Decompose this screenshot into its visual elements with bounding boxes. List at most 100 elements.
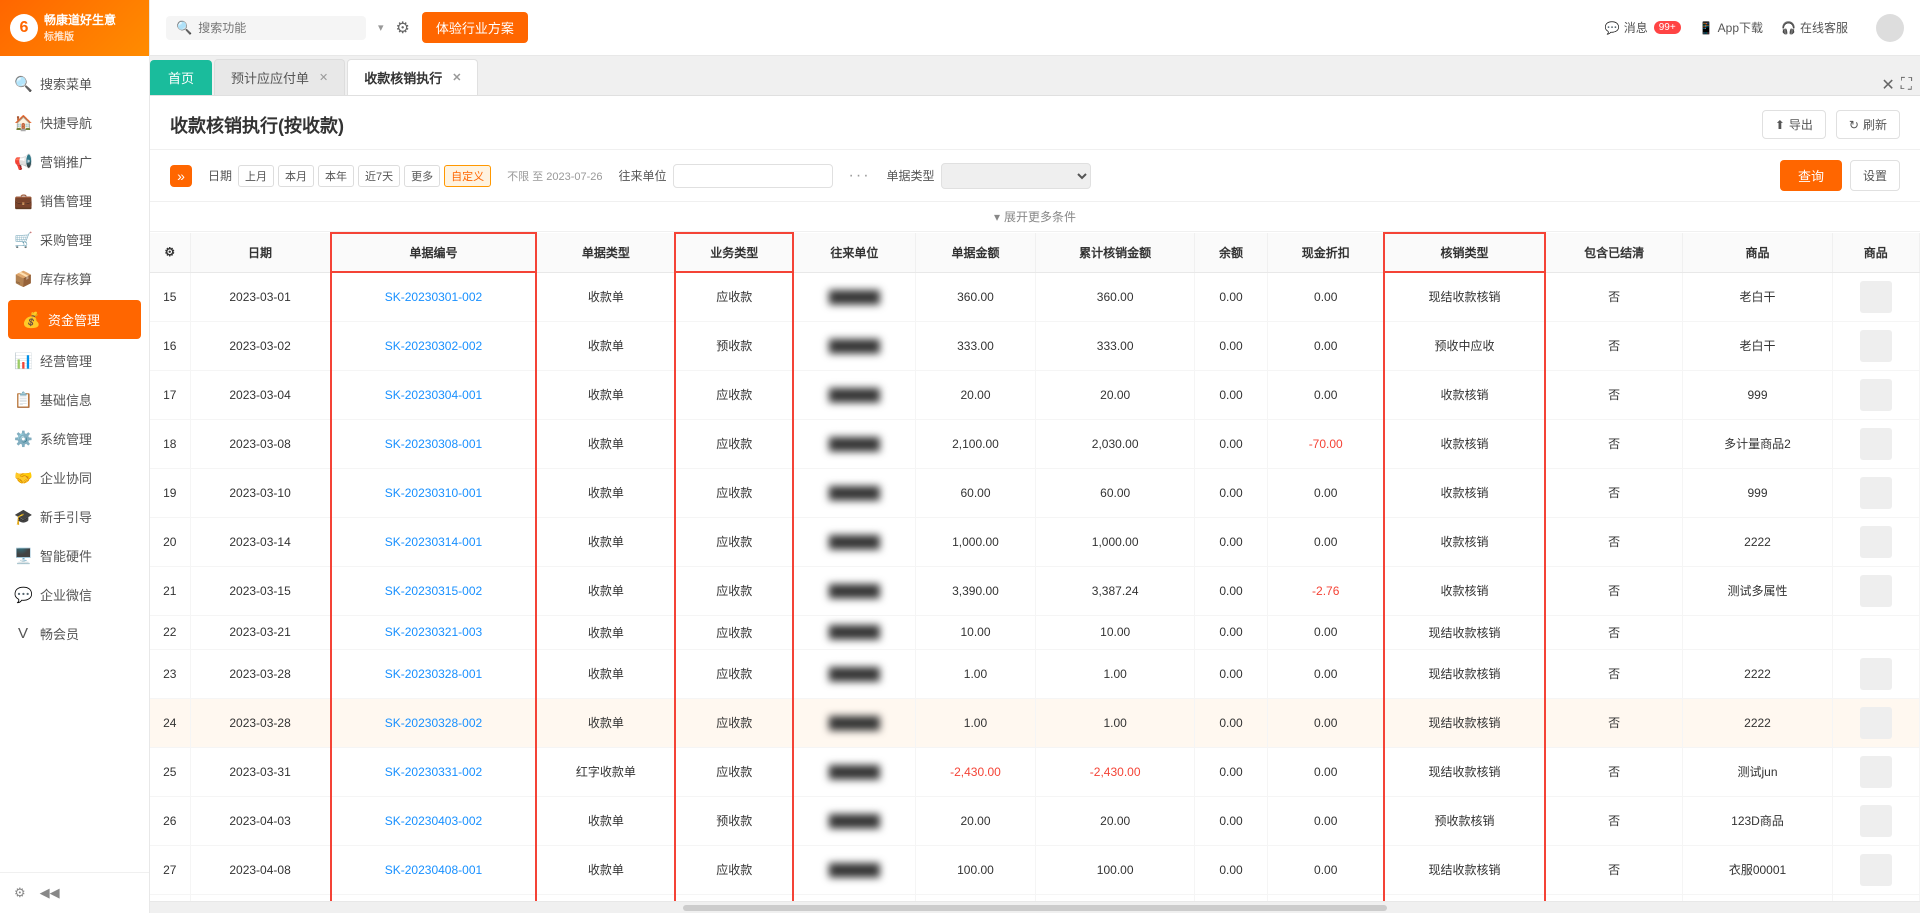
table-row[interactable]: 21 2023-03-15 SK-20230315-002 收款单 应收款 ██… [150, 566, 1920, 615]
tab-advance-pay-close[interactable]: ✕ [319, 71, 328, 84]
table-row[interactable]: 23 2023-03-28 SK-20230328-001 收款单 应收款 ██… [150, 649, 1920, 698]
message-btn[interactable]: 💬 消息 99+ [1605, 19, 1681, 36]
cell-bill-amount: 20.00 [915, 796, 1036, 845]
sidebar-item-wechat[interactable]: 💬 企业微信 [0, 575, 149, 614]
query-btn[interactable]: 查询 [1780, 160, 1842, 191]
cell-bill-no[interactable]: SK-20230331-002 [331, 747, 537, 796]
industry-btn[interactable]: 体验行业方案 [422, 12, 528, 43]
cell-bill-amount: 20.00 [915, 370, 1036, 419]
date-btn-more[interactable]: 更多 [404, 165, 440, 187]
sidebar-item-finance[interactable]: 💰 资金管理 [8, 300, 141, 339]
cell-bill-no[interactable]: SK-20230314-001 [331, 517, 537, 566]
sidebar-item-basic[interactable]: 📋 基础信息 [0, 380, 149, 419]
table-row[interactable]: 26 2023-04-03 SK-20230403-002 收款单 预收款 ██… [150, 796, 1920, 845]
collapse-btn[interactable]: ◀◀ [40, 885, 60, 901]
table-row[interactable]: 24 2023-03-28 SK-20230328-002 收款单 应收款 ██… [150, 698, 1920, 747]
tab-collection-exec-close[interactable]: ✕ [452, 71, 461, 84]
table-row[interactable]: 20 2023-03-14 SK-20230314-001 收款单 应收款 ██… [150, 517, 1920, 566]
filter-partner-input[interactable] [673, 164, 833, 188]
search-input[interactable] [198, 21, 338, 35]
table-scrollbar[interactable] [150, 901, 1920, 913]
cell-bill-no[interactable]: SK-20230308-001 [331, 419, 537, 468]
user-avatar[interactable] [1876, 14, 1904, 42]
cell-bill-no[interactable]: SK-20230328-002 [331, 698, 537, 747]
cell-cancel-type: 现结收款核销 [1384, 845, 1544, 894]
sidebar-item-shortcut[interactable]: 🏠 快捷导航 [0, 103, 149, 142]
cell-bill-amount: 100.00 [915, 894, 1036, 901]
app-download-label: App下载 [1718, 19, 1763, 36]
sidebar-item-member[interactable]: V 畅会员 [0, 614, 149, 653]
dropdown-arrow[interactable]: ▾ [378, 21, 384, 34]
expand-conditions-bar[interactable]: ▾ 展开更多条件 [150, 202, 1920, 232]
date-btn-7days[interactable]: 近7天 [358, 165, 400, 187]
export-btn[interactable]: ⬆ 导出 [1762, 110, 1826, 139]
sidebar-item-purchase[interactable]: 🛒 采购管理 [0, 220, 149, 259]
cell-date: 2023-03-10 [190, 468, 331, 517]
cell-balance: 0.00 [1194, 698, 1267, 747]
sidebar-item-operations[interactable]: 📊 经营管理 [0, 341, 149, 380]
table-row[interactable]: 27 2023-04-08 SK-20230408-001 收款单 应收款 ██… [150, 845, 1920, 894]
table-row[interactable]: 18 2023-03-08 SK-20230308-001 收款单 应收款 ██… [150, 419, 1920, 468]
sidebar-item-sales[interactable]: 💼 销售管理 [0, 181, 149, 220]
app-logo: 6 畅康道好生意 标推版 [0, 0, 149, 56]
date-btn-this-month[interactable]: 本月 [278, 165, 314, 187]
cell-bill-no[interactable]: SK-20230321-003 [331, 615, 537, 649]
cell-no: 20 [150, 517, 190, 566]
sidebar-item-guide[interactable]: 🎓 新手引导 [0, 497, 149, 536]
tab-advance-pay[interactable]: 预计应应付单 ✕ [214, 59, 345, 95]
cell-cash-discount: 0.00 [1268, 321, 1385, 370]
cell-bill-no[interactable]: SK-20230328-001 [331, 649, 537, 698]
cell-biz-type: 应收款 [675, 419, 793, 468]
topbar-actions: 💬 消息 99+ 📱 App下载 🎧 在线客服 [1605, 14, 1904, 42]
filter-expand-btn[interactable]: » [170, 165, 192, 187]
cell-bill-no[interactable]: SK-20230301-002 [331, 272, 537, 321]
filter-bill-type-select[interactable] [941, 163, 1091, 189]
cell-cancel-type: 预收款核销 [1384, 796, 1544, 845]
tab-collection-exec[interactable]: 收款核销执行 ✕ [347, 59, 478, 95]
cell-bill-no[interactable]: SK-20230302-002 [331, 321, 537, 370]
logo-sub: 标推版 [44, 28, 116, 43]
cell-no: 24 [150, 698, 190, 747]
online-support-btn[interactable]: 🎧 在线客服 [1781, 19, 1848, 36]
col-settings[interactable]: ⚙ [150, 233, 190, 272]
table-row[interactable]: 28 2023-04-18 SK-20230418-001 收款单 应收款 ██… [150, 894, 1920, 901]
cell-bill-no[interactable]: SK-20230310-001 [331, 468, 537, 517]
cell-no: 27 [150, 845, 190, 894]
date-btn-last-month[interactable]: 上月 [238, 165, 274, 187]
cell-bill-no[interactable]: SK-20230418-001 [331, 894, 537, 901]
guide-icon: 🎓 [14, 508, 32, 526]
topbar-search-box[interactable]: 🔍 [166, 16, 366, 40]
cell-product: 999 [1683, 370, 1832, 419]
sidebar-item-inventory[interactable]: 📦 库存核算 [0, 259, 149, 298]
cell-bill-no[interactable]: SK-20230315-002 [331, 566, 537, 615]
sidebar-item-system[interactable]: ⚙️ 系统管理 [0, 419, 149, 458]
gear-icon[interactable]: ⚙ [396, 18, 410, 38]
close-all-tabs-btn[interactable]: ✕ [1881, 75, 1894, 95]
refresh-btn[interactable]: ↻ 刷新 [1836, 110, 1900, 139]
settings-btn[interactable]: 设置 [1850, 160, 1900, 191]
table-row[interactable]: 22 2023-03-21 SK-20230321-003 收款单 应收款 ██… [150, 615, 1920, 649]
cell-cancel-type: 收款核销 [1384, 370, 1544, 419]
sidebar-item-enterprise[interactable]: 🤝 企业协同 [0, 458, 149, 497]
app-download-btn[interactable]: 📱 App下载 [1699, 19, 1763, 36]
sidebar-item-search[interactable]: 🔍 搜索菜单 [0, 64, 149, 103]
expand-icon: ▾ [994, 210, 1000, 224]
table-row[interactable]: 19 2023-03-10 SK-20230310-001 收款单 应收款 ██… [150, 468, 1920, 517]
table-row[interactable]: 15 2023-03-01 SK-20230301-002 收款单 应收款 ██… [150, 272, 1920, 321]
member-icon: V [14, 625, 32, 642]
cell-biz-type: 应收款 [675, 566, 793, 615]
cell-bill-no[interactable]: SK-20230403-002 [331, 796, 537, 845]
table-row[interactable]: 17 2023-03-04 SK-20230304-001 收款单 应收款 ██… [150, 370, 1920, 419]
table-row[interactable]: 16 2023-03-02 SK-20230302-002 收款单 预收款 ██… [150, 321, 1920, 370]
table-row[interactable]: 25 2023-03-31 SK-20230331-002 红字收款单 应收款 … [150, 747, 1920, 796]
cell-bill-no[interactable]: SK-20230408-001 [331, 845, 537, 894]
sidebar-item-hardware[interactable]: 🖥️ 智能硬件 [0, 536, 149, 575]
sidebar-item-marketing[interactable]: 📢 营销推广 [0, 142, 149, 181]
date-btn-custom[interactable]: 自定义 [444, 165, 491, 187]
maximize-btn[interactable]: ⛶ [1901, 76, 1912, 94]
tab-home[interactable]: 首页 [150, 60, 212, 95]
cell-bill-no[interactable]: SK-20230304-001 [331, 370, 537, 419]
settings-bottom-btn[interactable]: ⚙ [14, 885, 26, 901]
date-btn-this-year[interactable]: 本年 [318, 165, 354, 187]
headset-icon: 🎧 [1781, 21, 1796, 35]
